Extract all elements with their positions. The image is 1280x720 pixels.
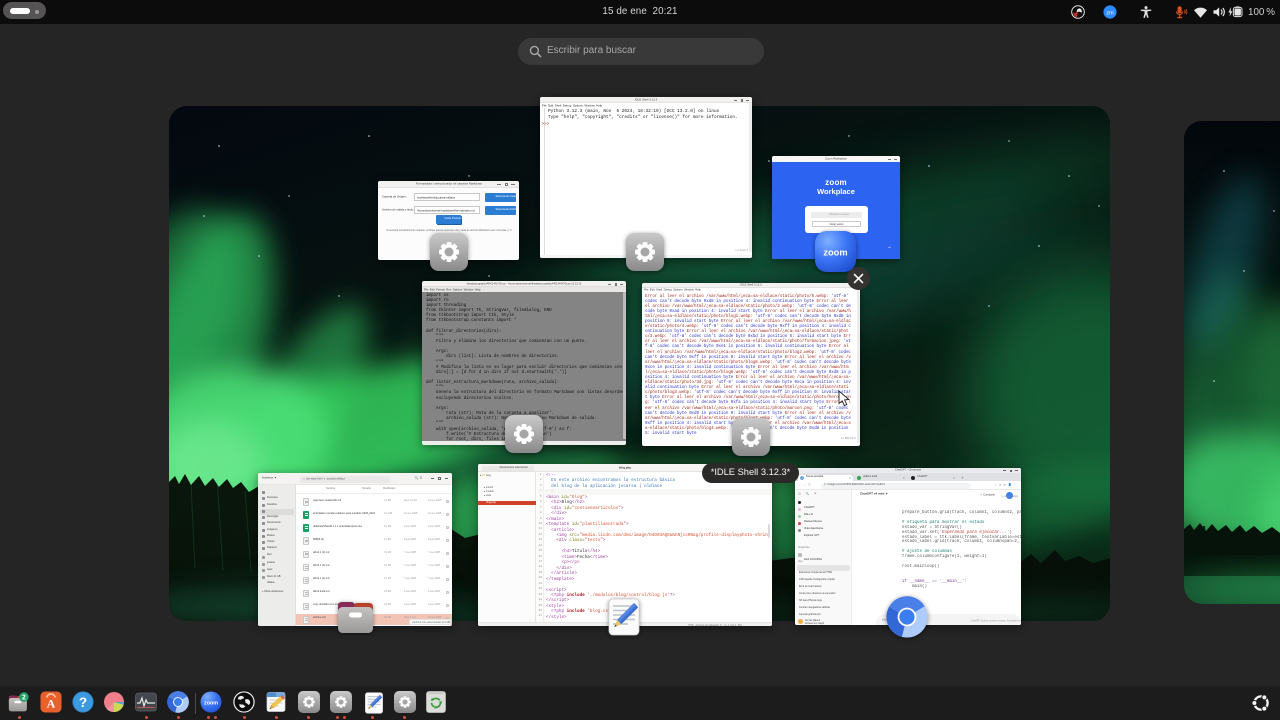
- svg-text:A: A: [46, 697, 55, 711]
- svg-text:?: ?: [78, 695, 86, 710]
- svg-text:2: 2: [22, 694, 26, 701]
- svg-text:zoom: zoom: [204, 700, 218, 706]
- svg-text:zm: zm: [1106, 10, 1114, 16]
